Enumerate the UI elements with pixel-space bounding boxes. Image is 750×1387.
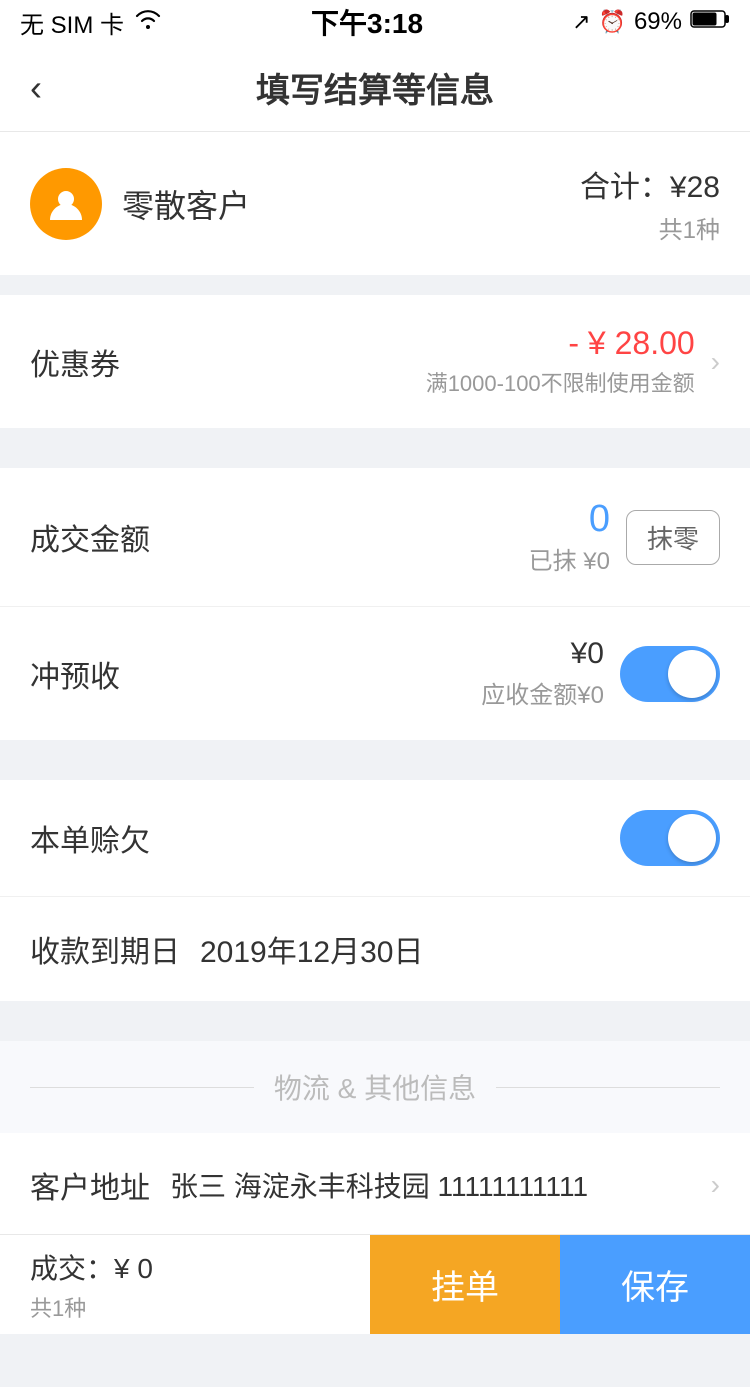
customer-info: 零散客户 bbox=[30, 168, 250, 240]
pre-receive-row: 冲预收 ¥0 应收金额¥0 bbox=[0, 607, 750, 740]
coupon-desc: 满1000-100不限制使用金额 bbox=[426, 366, 695, 398]
debit-toggle-knob bbox=[668, 814, 716, 862]
section-divider-3 bbox=[0, 1021, 750, 1041]
divider-line-left bbox=[30, 1087, 254, 1088]
coupon-amount: - ¥ 28.00 bbox=[426, 325, 695, 362]
pre-receive-info: ¥0 应收金额¥0 bbox=[481, 637, 604, 710]
nav-bar: ‹ 填写结算等信息 bbox=[0, 44, 750, 132]
pre-amount: ¥0 bbox=[481, 637, 604, 671]
back-button[interactable]: ‹ bbox=[30, 67, 42, 109]
chevron-right-icon: › bbox=[711, 346, 720, 378]
status-left: 无 SIM 卡 bbox=[20, 5, 162, 40]
deal-amount-input[interactable] bbox=[550, 498, 610, 541]
due-date-value: 2019年12月30日 bbox=[200, 927, 423, 971]
page-title: 填写结算等信息 bbox=[256, 63, 494, 112]
bottom-count: 共1种 bbox=[30, 1291, 340, 1323]
divider-line-right bbox=[496, 1087, 720, 1088]
deducted-label: 已抹 ¥0 bbox=[529, 541, 610, 576]
content-area: 零散客户 合计：¥28 共1种 优惠券 - ¥ 28.00 满1000-100不… bbox=[0, 132, 750, 1387]
coupon-label: 优惠券 bbox=[30, 340, 120, 384]
pending-button[interactable]: 挂单 bbox=[370, 1235, 560, 1334]
status-right: ↗ ⏰ 69% bbox=[572, 8, 730, 37]
debit-row: 本单赊欠 bbox=[0, 780, 750, 896]
deal-amount-label: 成交金额 bbox=[30, 515, 150, 559]
address-row[interactable]: 客户地址 张三 海淀永丰科技园 11111111111 › bbox=[0, 1133, 750, 1237]
coupon-row[interactable]: 优惠券 - ¥ 28.00 满1000-100不限制使用金额 › bbox=[0, 295, 750, 428]
due-date-label: 收款到期日 bbox=[30, 927, 180, 971]
pre-receive-toggle[interactable] bbox=[620, 646, 720, 702]
round-button[interactable]: 抹零 bbox=[626, 510, 720, 565]
wifi-icon bbox=[134, 8, 162, 36]
deal-amount-row: 成交金额 已抹 ¥0 抹零 bbox=[0, 468, 750, 607]
customer-section: 零散客户 合计：¥28 共1种 bbox=[0, 132, 750, 275]
section-divider-1 bbox=[0, 448, 750, 468]
bottom-bar: 成交：¥ 0 共1种 挂单 保存 bbox=[0, 1234, 750, 1334]
address-chevron-icon: › bbox=[711, 1169, 720, 1201]
debit-section: 本单赊欠 收款到期日 2019年12月30日 bbox=[0, 780, 750, 1001]
coupon-info: - ¥ 28.00 满1000-100不限制使用金额 bbox=[426, 325, 695, 398]
customer-total-area: 合计：¥28 共1种 bbox=[580, 162, 720, 245]
alarm-icon: ⏰ bbox=[599, 9, 626, 35]
bottom-deal-value: ¥ 0 bbox=[114, 1253, 153, 1284]
customer-name: 零散客户 bbox=[122, 181, 250, 227]
address-label: 客户地址 bbox=[30, 1163, 150, 1207]
bottom-deal-label: 成交： bbox=[30, 1253, 114, 1284]
location-icon: ↗ bbox=[572, 9, 590, 35]
customer-count: 共1种 bbox=[580, 210, 720, 245]
debit-toggle[interactable] bbox=[620, 810, 720, 866]
bottom-info: 成交：¥ 0 共1种 bbox=[0, 1235, 370, 1334]
status-time: 下午3:18 bbox=[311, 2, 423, 42]
no-sim-label: 无 SIM 卡 bbox=[20, 5, 124, 40]
pre-receive-right: ¥0 应收金额¥0 bbox=[481, 637, 720, 710]
deal-amount-info: 已抹 ¥0 bbox=[529, 498, 610, 576]
coupon-section: 优惠券 - ¥ 28.00 满1000-100不限制使用金额 › bbox=[0, 295, 750, 428]
logistics-label: 物流 & 其他信息 bbox=[274, 1067, 476, 1107]
save-button[interactable]: 保存 bbox=[560, 1235, 750, 1334]
customer-total: 合计：¥28 bbox=[580, 162, 720, 206]
battery-label: 69% bbox=[634, 8, 682, 36]
status-bar: 无 SIM 卡 下午3:18 ↗ ⏰ 69% bbox=[0, 0, 750, 44]
toggle-knob bbox=[668, 650, 716, 698]
address-value: 张三 海淀永丰科技园 11111111111 bbox=[170, 1165, 691, 1205]
deal-amount-right: 已抹 ¥0 抹零 bbox=[529, 498, 720, 576]
avatar bbox=[30, 168, 102, 240]
bottom-deal-amount: 成交：¥ 0 bbox=[30, 1247, 340, 1287]
due-date-row: 收款到期日 2019年12月30日 bbox=[0, 896, 750, 1001]
section-divider-2 bbox=[0, 760, 750, 780]
logistics-header: 物流 & 其他信息 bbox=[0, 1041, 750, 1133]
deal-amount-section: 成交金额 已抹 ¥0 抹零 冲预收 ¥0 应收金额¥0 bbox=[0, 468, 750, 740]
battery-icon bbox=[690, 8, 730, 37]
pre-desc: 应收金额¥0 bbox=[481, 675, 604, 710]
debit-label: 本单赊欠 bbox=[30, 816, 150, 860]
pre-receive-label: 冲预收 bbox=[30, 652, 120, 696]
coupon-right: - ¥ 28.00 满1000-100不限制使用金额 › bbox=[426, 325, 720, 398]
